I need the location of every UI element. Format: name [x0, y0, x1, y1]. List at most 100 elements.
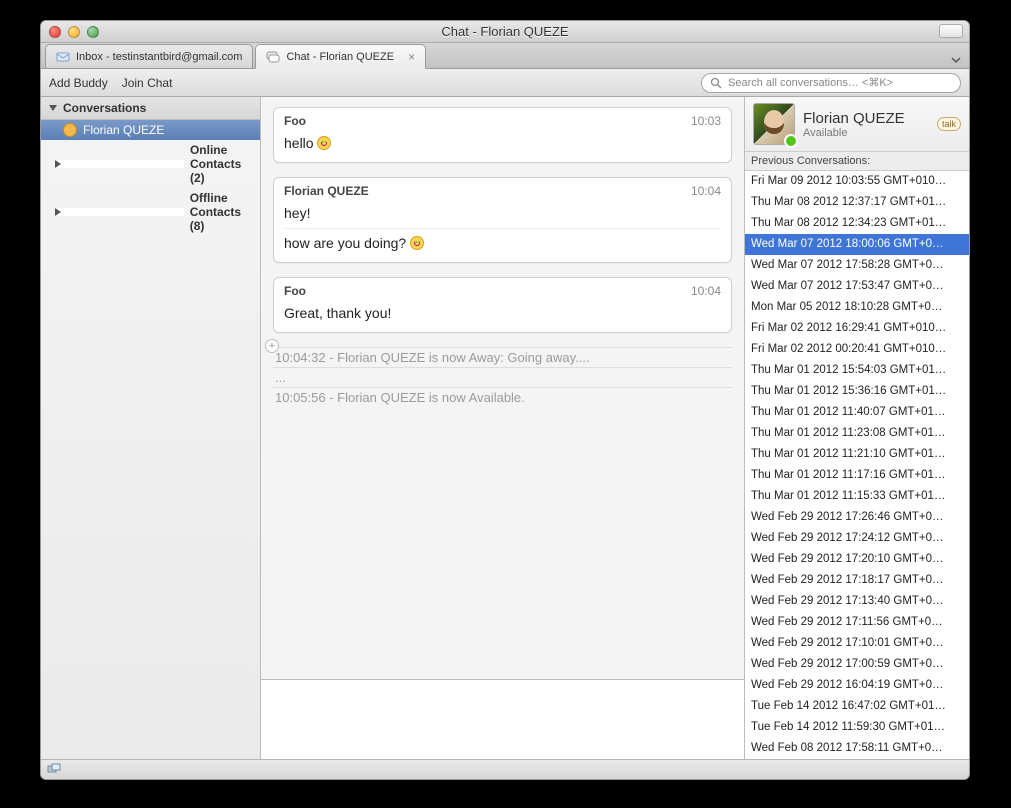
close-icon[interactable]: ×: [408, 50, 415, 64]
previous-conversation-item[interactable]: Wed Feb 29 2012 17:00:59 GMT+0…: [745, 654, 969, 675]
previous-conversation-item[interactable]: Wed Feb 08 2012 17:58:11 GMT+0…: [745, 738, 969, 759]
minimize-window-button[interactable]: [68, 26, 80, 38]
message-sender: Foo: [284, 114, 306, 128]
previous-conversation-item[interactable]: Wed Feb 29 2012 17:11:56 GMT+0…: [745, 612, 969, 633]
sidebar: Conversations Florian QUEZE Online Conta…: [41, 97, 261, 759]
contact-status: Available: [803, 127, 929, 139]
chevron-right-icon: [55, 160, 184, 168]
zoom-window-button[interactable]: [87, 26, 99, 38]
previous-conversation-item[interactable]: Thu Mar 01 2012 15:54:03 GMT+01…: [745, 360, 969, 381]
chevron-right-icon: [55, 208, 184, 216]
join-chat-button[interactable]: Join Chat: [122, 76, 173, 90]
message-sender: Foo: [284, 284, 306, 298]
search-input[interactable]: Search all conversations… <⌘K>: [701, 73, 961, 93]
message-line: Great, thank you!: [284, 302, 721, 324]
previous-conversations-header: Previous Conversations:: [745, 152, 969, 171]
previous-conversation-item[interactable]: Tue Feb 14 2012 16:47:02 GMT+01…: [745, 696, 969, 717]
system-message: 10:05:56 - Florian QUEZE is now Availabl…: [273, 387, 732, 407]
presence-indicator: [784, 134, 798, 148]
tab-overflow-button[interactable]: [947, 52, 965, 68]
previous-conversation-item[interactable]: Fri Mar 02 2012 00:20:41 GMT+010…: [745, 339, 969, 360]
previous-conversation-item[interactable]: Wed Mar 07 2012 17:58:28 GMT+0…: [745, 255, 969, 276]
toolbar-toggle-button[interactable]: [939, 24, 963, 38]
sidebar-header[interactable]: Conversations: [41, 97, 260, 120]
chat-icon: [266, 50, 280, 64]
sidebar-group-label: Offline Contacts (8): [190, 191, 252, 233]
system-message: 10:04:32 - Florian QUEZE is now Away: Go…: [273, 347, 732, 367]
add-message-button[interactable]: +: [265, 339, 279, 353]
previous-conversation-item[interactable]: Thu Mar 01 2012 11:23:08 GMT+01…: [745, 423, 969, 444]
main: Conversations Florian QUEZE Online Conta…: [41, 97, 969, 759]
previous-conversation-item[interactable]: Wed Feb 29 2012 17:20:10 GMT+0…: [745, 549, 969, 570]
window-title: Chat - Florian QUEZE: [41, 24, 969, 39]
message-bubble: Foo10:03hello: [273, 107, 732, 163]
tab-label: Inbox - testinstantbird@gmail.com: [76, 51, 242, 63]
search-placeholder: Search all conversations… <⌘K>: [728, 76, 893, 89]
traffic-lights: [49, 26, 99, 38]
close-window-button[interactable]: [49, 26, 61, 38]
previous-conversation-item[interactable]: Thu Mar 01 2012 11:15:33 GMT+01…: [745, 486, 969, 507]
previous-conversation-item[interactable]: Thu Mar 01 2012 11:17:16 GMT+01…: [745, 465, 969, 486]
message-line: how are you doing?: [284, 228, 721, 254]
sidebar-item-florian[interactable]: Florian QUEZE: [41, 120, 260, 140]
previous-conversation-item[interactable]: Wed Feb 29 2012 16:04:19 GMT+0…: [745, 675, 969, 696]
mail-icon: [56, 50, 70, 64]
titlebar: Chat - Florian QUEZE: [41, 21, 969, 43]
message-input[interactable]: [261, 680, 744, 759]
previous-conversation-item[interactable]: Wed Feb 29 2012 17:24:12 GMT+0…: [745, 528, 969, 549]
message-bubble: Foo 10:04 Great, thank you!: [273, 277, 732, 333]
right-panel: Florian QUEZE Available talk Previous Co…: [745, 97, 969, 759]
previous-conversation-item[interactable]: Thu Mar 01 2012 11:21:10 GMT+01…: [745, 444, 969, 465]
avatar-wrap: [753, 103, 795, 145]
message-time: 10:04: [691, 184, 721, 198]
previous-conversation-item[interactable]: Thu Mar 08 2012 12:37:17 GMT+01…: [745, 192, 969, 213]
tab-chat[interactable]: Chat - Florian QUEZE ×: [255, 44, 426, 69]
previous-conversation-item[interactable]: Tue Feb 14 2012 11:59:30 GMT+01…: [745, 717, 969, 738]
message-bubble: Florian QUEZE 10:04 hey! how are you doing?: [273, 177, 732, 263]
sidebar-item-label: Florian QUEZE: [83, 123, 164, 137]
previous-conversation-item[interactable]: Fri Mar 02 2012 16:29:41 GMT+010…: [745, 318, 969, 339]
previous-conversation-item[interactable]: Wed Mar 07 2012 17:53:47 GMT+0…: [745, 276, 969, 297]
search-icon: [710, 77, 722, 89]
smiley-icon: [317, 136, 331, 150]
message-list: Foo10:03hello Florian QUEZE 10:04 hey! how …: [261, 97, 744, 679]
chevron-down-icon: [49, 105, 57, 111]
message-time: 10:04: [691, 284, 721, 298]
previous-conversation-item[interactable]: Wed Feb 29 2012 17:10:01 GMT+0…: [745, 633, 969, 654]
tab-inbox[interactable]: Inbox - testinstantbird@gmail.com: [45, 44, 253, 68]
system-message: ...: [273, 367, 732, 387]
protocol-badge: talk: [937, 117, 961, 131]
message-sender: Florian QUEZE: [284, 184, 369, 198]
message-body: hey! how are you doing?: [274, 200, 731, 262]
previous-conversation-item[interactable]: Wed Mar 07 2012 18:00:06 GMT+0…: [745, 234, 969, 255]
previous-conversation-item[interactable]: Fri Mar 09 2012 10:03:55 GMT+010…: [745, 171, 969, 192]
contact-card: Florian QUEZE Available talk: [745, 97, 969, 152]
previous-conversation-item[interactable]: Wed Feb 29 2012 17:18:17 GMT+0…: [745, 570, 969, 591]
sidebar-group-label: Online Contacts (2): [190, 143, 252, 185]
status-icon: [47, 761, 61, 778]
sidebar-group-online[interactable]: Online Contacts (2): [41, 140, 260, 188]
conversation-pane: Foo10:03hello Florian QUEZE 10:04 hey! how …: [261, 97, 745, 759]
message-body: hello: [274, 130, 731, 162]
tab-label: Chat - Florian QUEZE: [286, 51, 394, 63]
message-line: hey!: [284, 202, 721, 224]
message-line: hello: [284, 132, 721, 154]
add-buddy-button[interactable]: Add Buddy: [49, 76, 108, 90]
sidebar-header-label: Conversations: [63, 101, 146, 115]
message-input-area: [261, 679, 744, 759]
toolbar: Add Buddy Join Chat Search all conversat…: [41, 69, 969, 97]
sidebar-group-offline[interactable]: Offline Contacts (8): [41, 188, 260, 236]
smiley-icon: [410, 236, 424, 250]
previous-conversation-item[interactable]: Thu Mar 01 2012 15:36:16 GMT+01…: [745, 381, 969, 402]
contact-info: Florian QUEZE Available: [803, 110, 929, 139]
previous-conversation-item[interactable]: Wed Feb 29 2012 17:26:46 GMT+0…: [745, 507, 969, 528]
previous-conversations-list[interactable]: Fri Mar 09 2012 10:03:55 GMT+010…Thu Mar…: [745, 171, 969, 759]
previous-conversation-item[interactable]: Thu Mar 01 2012 11:40:07 GMT+01…: [745, 402, 969, 423]
previous-conversation-item[interactable]: Mon Mar 05 2012 18:10:28 GMT+0…: [745, 297, 969, 318]
message-body: Great, thank you!: [274, 300, 731, 332]
contact-name: Florian QUEZE: [803, 110, 929, 127]
chat-bubble-icon: [63, 123, 77, 137]
previous-conversation-item[interactable]: Thu Mar 08 2012 12:34:23 GMT+01…: [745, 213, 969, 234]
tabstrip: Inbox - testinstantbird@gmail.com Chat -…: [41, 43, 969, 69]
previous-conversation-item[interactable]: Wed Feb 29 2012 17:13:40 GMT+0…: [745, 591, 969, 612]
